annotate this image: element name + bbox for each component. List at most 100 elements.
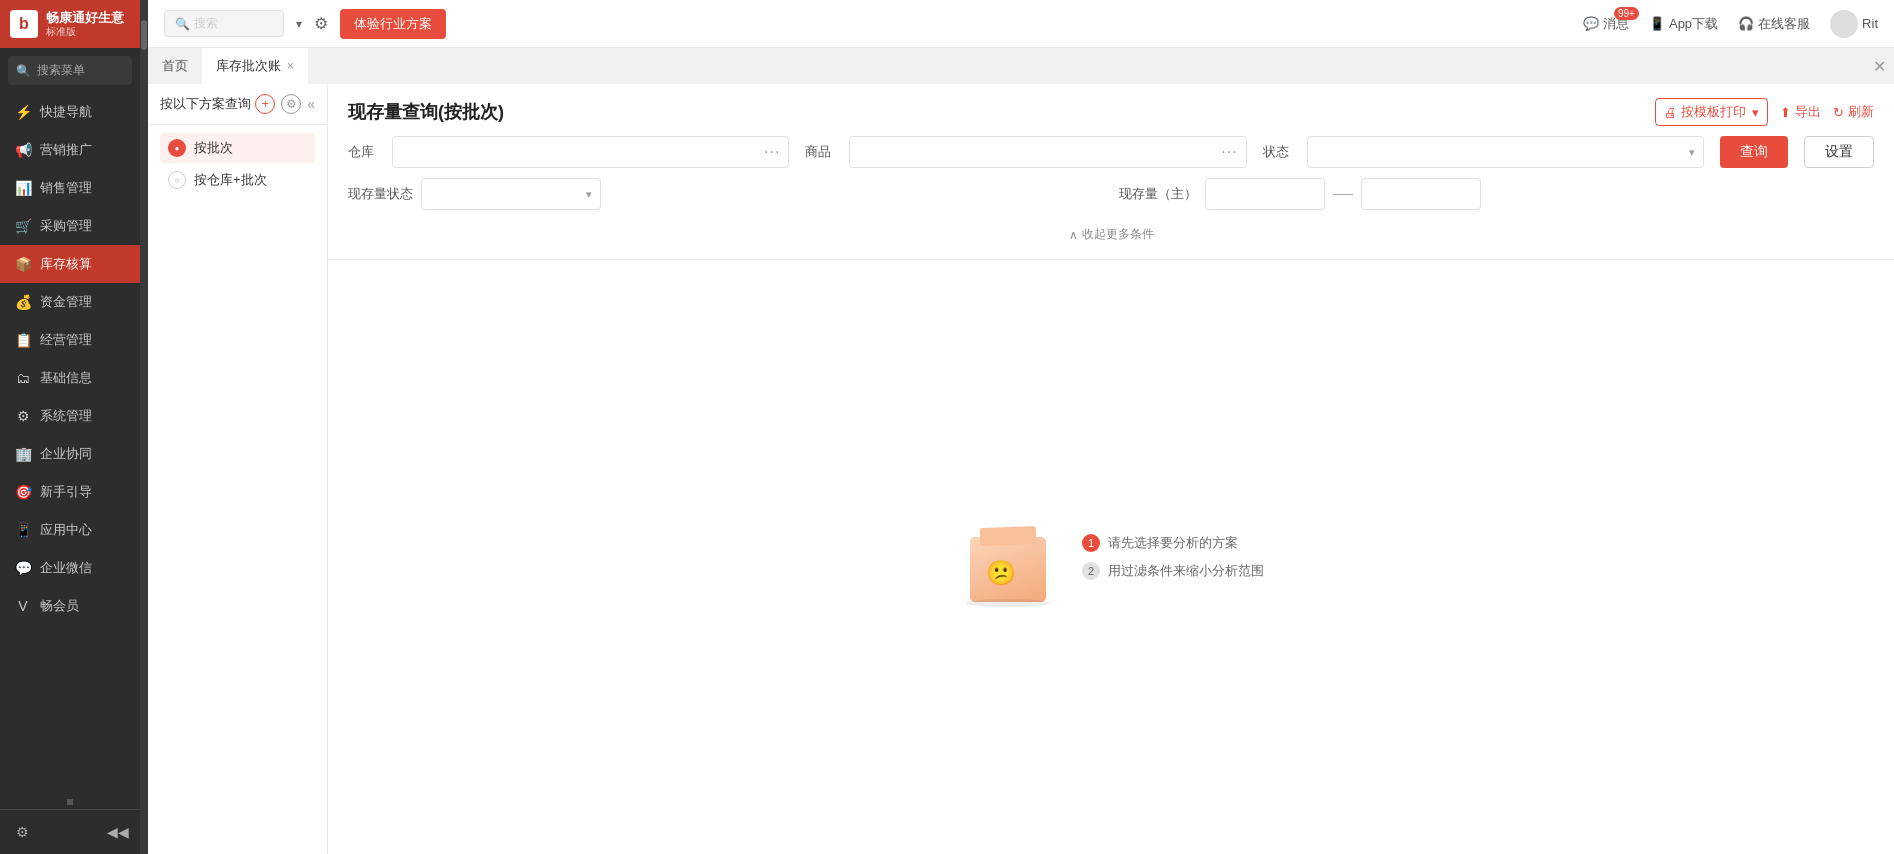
- collapse-sidebar-btn[interactable]: ◀◀: [104, 818, 132, 846]
- purchase-icon: 🛒: [14, 218, 32, 234]
- print-dropdown-icon[interactable]: ▾: [1752, 105, 1759, 120]
- tab-close-btn[interactable]: ×: [287, 59, 294, 73]
- sidebar-item-label: 销售管理: [40, 179, 92, 197]
- qty-range-divider: [1333, 194, 1353, 195]
- app-title-wrap: 畅康通好生意 标准版: [46, 10, 124, 38]
- sidebar-item-label: 应用中心: [40, 521, 92, 539]
- sidebar-item-enterprise[interactable]: 🏢 企业协同: [0, 435, 140, 473]
- user-name: Rit: [1862, 16, 1878, 31]
- trial-btn[interactable]: 体验行业方案: [340, 9, 446, 39]
- scheme-label: 按批次: [194, 139, 233, 157]
- service-icon: 🎧: [1738, 16, 1754, 31]
- scroll-thumb: [141, 20, 147, 50]
- empty-illustration: 😕: [958, 507, 1058, 607]
- topbar-search-icon: 🔍: [175, 17, 190, 31]
- illustration-face: 😕: [986, 559, 1016, 587]
- sidebar-item-label: 经营管理: [40, 331, 92, 349]
- status-select[interactable]: ▾: [1307, 136, 1704, 168]
- collapse-icon: ∧: [1069, 228, 1078, 242]
- query-btn[interactable]: 查询: [1720, 136, 1788, 168]
- scheme-inactive-icon: ○: [168, 171, 186, 189]
- settings-footer-btn[interactable]: ⚙: [8, 818, 36, 846]
- topbar-search[interactable]: 🔍 搜索: [164, 10, 284, 37]
- hint-text-1: 请先选择要分析的方案: [1108, 534, 1238, 552]
- sidebar-item-label: 快捷导航: [40, 103, 92, 121]
- page-title: 现存量查询(按批次): [348, 100, 504, 124]
- sidebar-item-system[interactable]: ⚙ 系统管理: [0, 397, 140, 435]
- collapse-filter-btn[interactable]: ∧ 收起更多条件: [348, 220, 1874, 249]
- sidebar-item-label: 基础信息: [40, 369, 92, 387]
- sidebar-scroll[interactable]: [140, 0, 148, 854]
- sidebar-item-newguide[interactable]: 🎯 新手引导: [0, 473, 140, 511]
- sidebar-search[interactable]: 🔍 搜索菜单: [8, 56, 132, 85]
- sidebar-item-label: 企业协同: [40, 445, 92, 463]
- sidebar-item-basic[interactable]: 🗂 基础信息: [0, 359, 140, 397]
- search-icon: 🔍: [16, 64, 31, 78]
- scheme-item-batch[interactable]: ● 按批次: [160, 133, 315, 163]
- sidebar-item-label: 资金管理: [40, 293, 92, 311]
- sidebar: b 畅康通好生意 标准版 🔍 搜索菜单 ⚡ 快捷导航 📢 营销推广 📊 销售管理…: [0, 0, 140, 854]
- tab-inventory-batch[interactable]: 库存批次账 ×: [202, 48, 308, 84]
- hint-num-2: 2: [1082, 562, 1100, 580]
- inv-status-dropdown-icon: ▾: [586, 188, 592, 201]
- inv-qty-max-input[interactable]: [1361, 178, 1481, 210]
- sidebar-footer: ⚙ ◀◀: [0, 809, 140, 854]
- print-icon: 🖨: [1664, 105, 1677, 120]
- topbar-gear-icon[interactable]: ⚙: [314, 14, 328, 33]
- filter-inv-qty-group: 现存量（主）: [1119, 178, 1874, 210]
- print-label: 按模板打印: [1681, 103, 1746, 121]
- export-label: 导出: [1795, 103, 1821, 121]
- refresh-btn[interactable]: ↻ 刷新: [1833, 103, 1874, 121]
- tab-home[interactable]: 首页: [148, 48, 202, 84]
- export-btn[interactable]: ⬆ 导出: [1780, 103, 1821, 121]
- finance-icon: 💰: [14, 294, 32, 310]
- inventory-icon: 📦: [14, 256, 32, 272]
- warehouse-input[interactable]: ···: [392, 136, 789, 168]
- system-icon: ⚙: [14, 408, 32, 424]
- scheme-item-warehouse-batch[interactable]: ○ 按仓库+批次: [160, 165, 315, 195]
- settings-scheme-btn[interactable]: ⚙: [281, 94, 301, 114]
- add-scheme-btn[interactable]: +: [255, 94, 275, 114]
- sidebar-item-vip[interactable]: V 畅会员: [0, 587, 140, 625]
- vip-icon: V: [14, 598, 32, 614]
- sidebar-item-purchase[interactable]: 🛒 采购管理: [0, 207, 140, 245]
- inv-qty-min-input[interactable]: [1205, 178, 1325, 210]
- warehouse-dots-btn[interactable]: ···: [764, 143, 780, 161]
- page-header-actions: 🖨 按模板打印 ▾ ⬆ 导出 ↻ 刷新: [1655, 98, 1874, 126]
- user-profile-btn[interactable]: Rit: [1830, 10, 1878, 38]
- illustration-shadow: [966, 599, 1050, 607]
- sidebar-item-label: 采购管理: [40, 217, 92, 235]
- filter-row-1: 仓库 ··· 商品 ··· 状态: [348, 136, 1874, 168]
- filter-status-group: 状态 ▾: [1263, 136, 1704, 168]
- sidebar-item-sales[interactable]: 📊 销售管理: [0, 169, 140, 207]
- sidebar-item-quick[interactable]: ⚡ 快捷导航: [0, 93, 140, 131]
- app-download-btn[interactable]: 📱 App下载: [1649, 15, 1718, 33]
- hint-num-1: 1: [1082, 534, 1100, 552]
- sidebar-item-marketing[interactable]: 📢 营销推广: [0, 131, 140, 169]
- topbar-dropdown[interactable]: ▾: [296, 17, 302, 31]
- filter-area: 仓库 ··· 商品 ··· 状态: [328, 136, 1894, 260]
- panel-close-btn[interactable]: ✕: [1873, 57, 1886, 76]
- online-service-btn[interactable]: 🎧 在线客服: [1738, 15, 1810, 33]
- product-input[interactable]: ···: [849, 136, 1246, 168]
- messages-btn[interactable]: 💬 消息 99+: [1583, 15, 1629, 33]
- sidebar-item-finance[interactable]: 💰 资金管理: [0, 283, 140, 321]
- filter-settings-btn[interactable]: 设置: [1804, 136, 1874, 168]
- page-header: 现存量查询(按批次) 🖨 按模板打印 ▾ ⬆ 导出 ↻ 刷新: [328, 84, 1894, 136]
- filter-product-group: 商品 ···: [805, 136, 1246, 168]
- inv-status-select[interactable]: ▾: [421, 178, 601, 210]
- print-btn[interactable]: 🖨 按模板打印 ▾: [1655, 98, 1768, 126]
- main-area: 🔍 搜索 ▾ ⚙ 体验行业方案 💬 消息 99+ 📱 App下载 🎧 在线客服 …: [148, 0, 1894, 854]
- sidebar-item-operation[interactable]: 📋 经营管理: [0, 321, 140, 359]
- sidebar-item-inventory[interactable]: 📦 库存核算: [0, 245, 140, 283]
- basic-icon: 🗂: [14, 370, 32, 386]
- sidebar-item-appstore[interactable]: 📱 应用中心: [0, 511, 140, 549]
- quick-icon: ⚡: [14, 104, 32, 120]
- download-icon: 📱: [1649, 16, 1665, 31]
- collapse-left-panel-btn[interactable]: «: [307, 96, 315, 112]
- app-edition: 标准版: [46, 26, 124, 38]
- sidebar-item-label: 库存核算: [40, 255, 92, 273]
- sidebar-item-wechat[interactable]: 💬 企业微信: [0, 549, 140, 587]
- product-dots-btn[interactable]: ···: [1221, 143, 1237, 161]
- operation-icon: 📋: [14, 332, 32, 348]
